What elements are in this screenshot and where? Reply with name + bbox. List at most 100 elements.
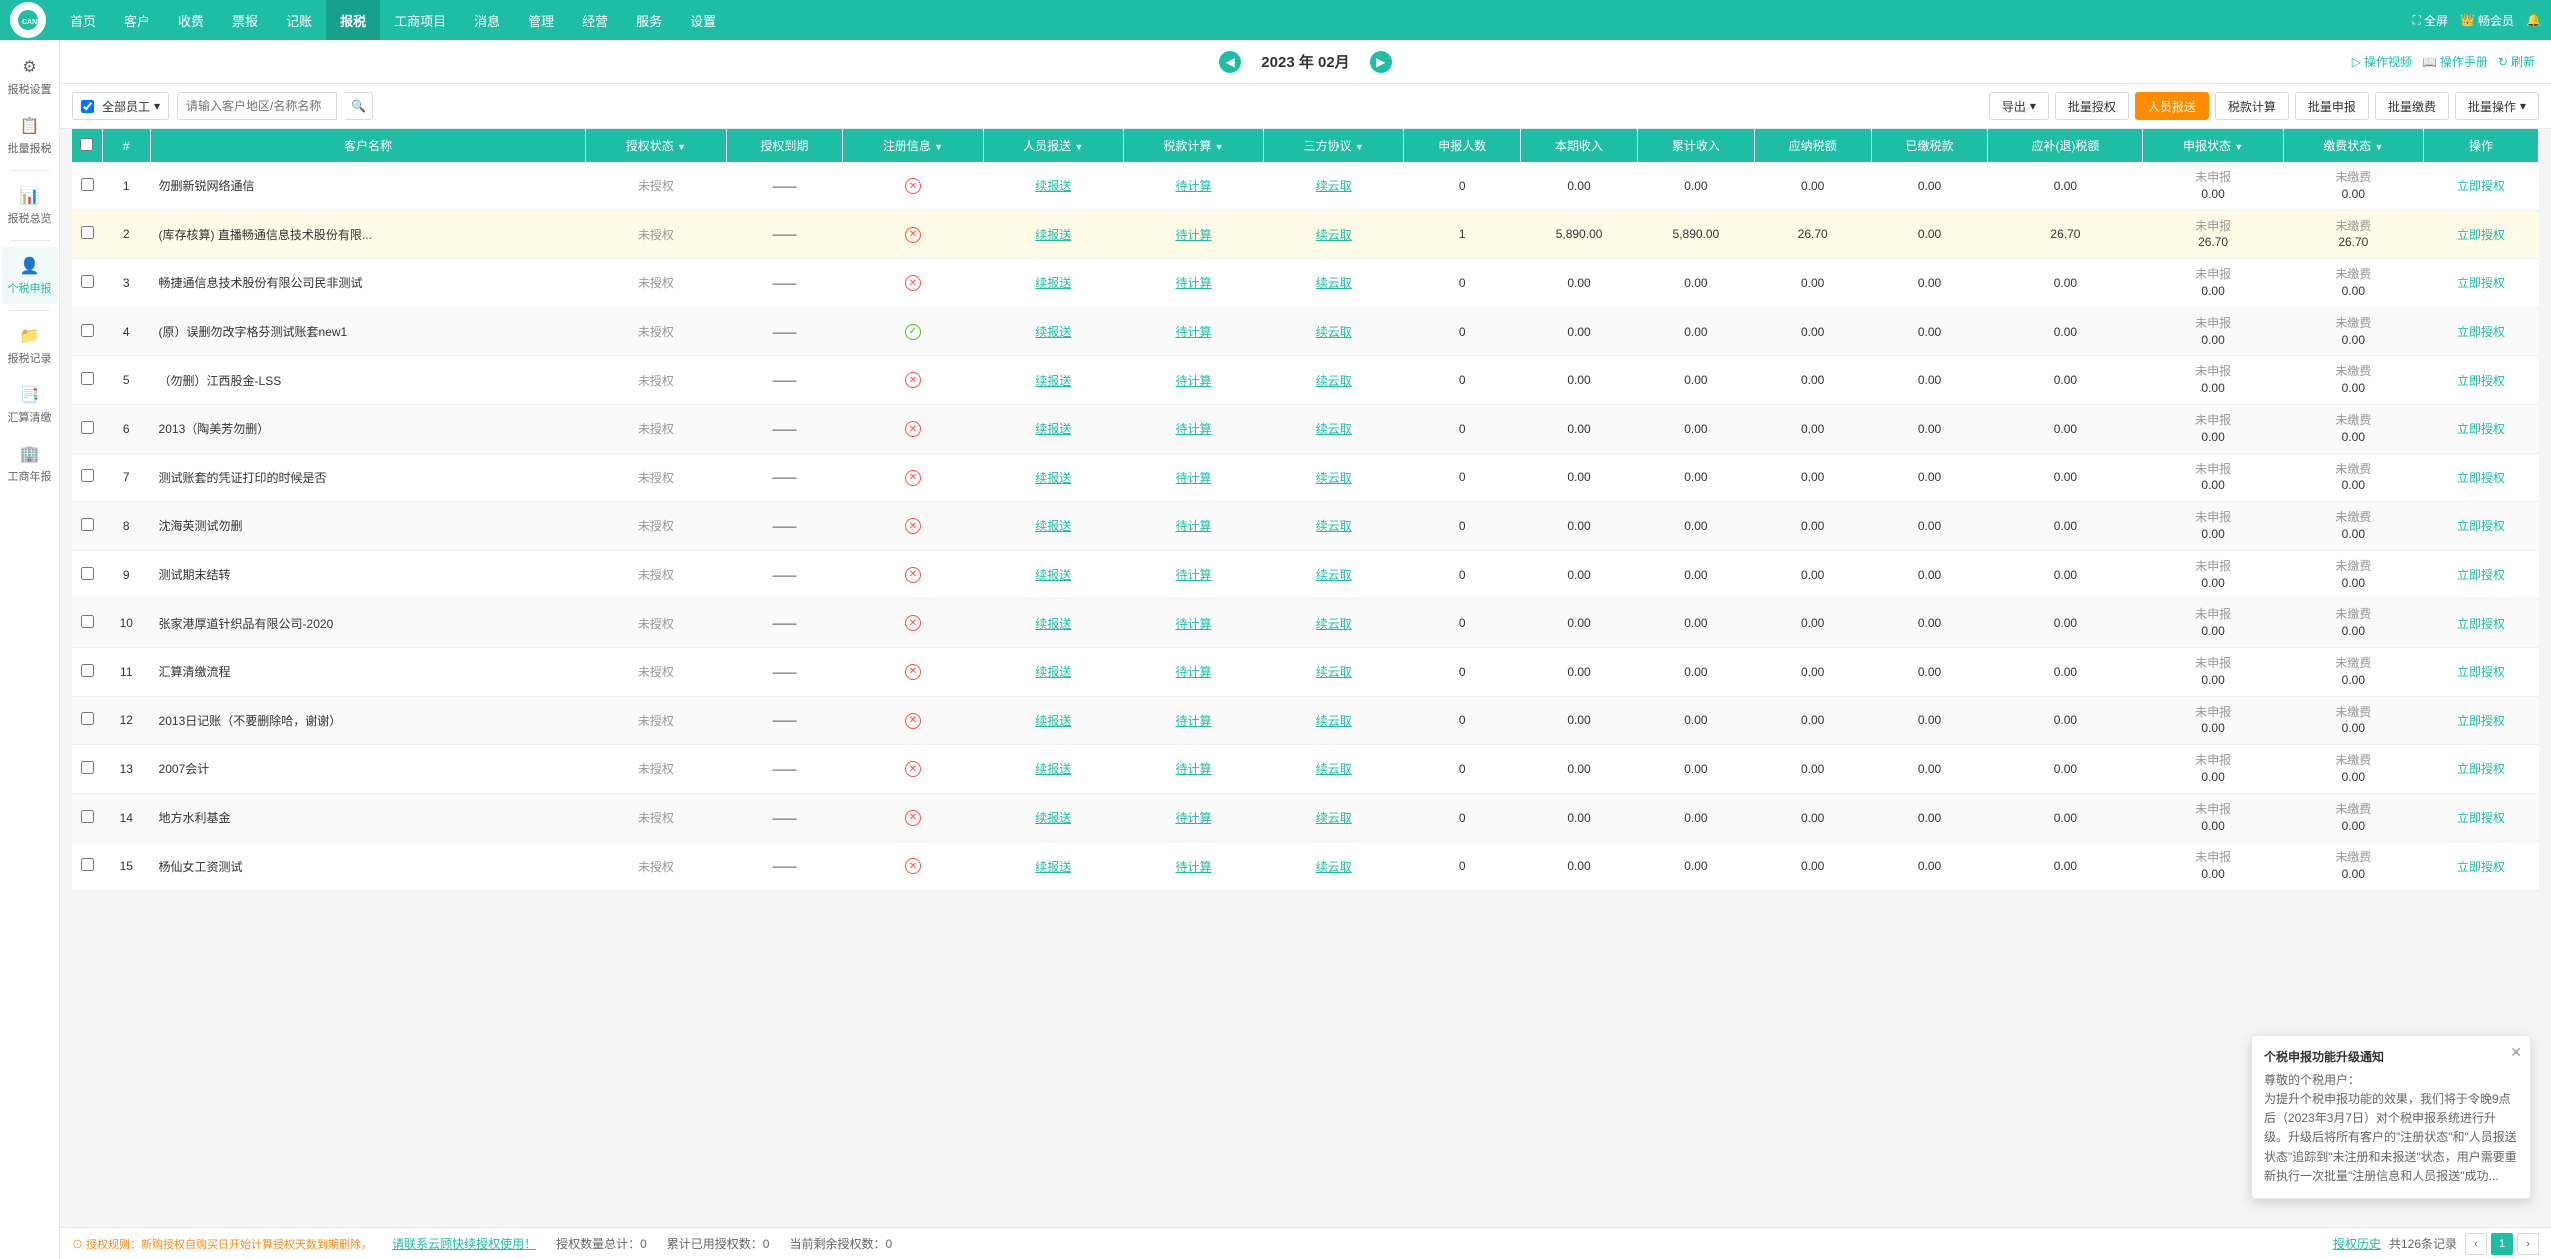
row-send[interactable]: 续报送 [983,647,1123,696]
row-send[interactable]: 续报送 [983,404,1123,453]
row-send[interactable]: 续报送 [983,453,1123,502]
row-action[interactable]: 立即授权 [2423,842,2538,891]
row-action[interactable]: 立即授权 [2423,307,2538,356]
refresh-btn[interactable]: ↻刷新 [2498,53,2535,70]
person-send-btn[interactable]: 人员报送 [2135,92,2209,120]
row-third[interactable]: 续云取 [1264,259,1404,308]
row-calc[interactable]: 待计算 [1123,550,1263,599]
nav-service[interactable]: 服务 [622,0,676,40]
row-action[interactable]: 立即授权 [2423,502,2538,551]
row-calc[interactable]: 待计算 [1123,842,1263,891]
row-third[interactable]: 续云取 [1264,842,1404,891]
search-input[interactable] [177,92,337,120]
nav-home[interactable]: 首页 [56,0,110,40]
th-auth-status[interactable]: 授权状态 ▼ [586,129,726,162]
row-action[interactable]: 立即授权 [2423,550,2538,599]
row-calc[interactable]: 待计算 [1123,696,1263,745]
row-third[interactable]: 续云取 [1264,502,1404,551]
th-apply-status[interactable]: 申报状态 ▼ [2143,129,2283,162]
vip-btn[interactable]: 👑畅会员 [2460,12,2514,29]
th-tax-calc[interactable]: 税款计算 ▼ [1123,129,1263,162]
row-action[interactable]: 立即授权 [2423,453,2538,502]
row-third[interactable]: 续云取 [1264,404,1404,453]
nav-accounting[interactable]: 记账 [272,0,326,40]
row-third[interactable]: 续云取 [1264,550,1404,599]
row-send[interactable]: 续报送 [983,745,1123,794]
row-calc[interactable]: 待计算 [1123,599,1263,648]
row-calc[interactable]: 待计算 [1123,356,1263,405]
row-action[interactable]: 立即授权 [2423,745,2538,794]
row-checkbox[interactable] [72,599,102,648]
tax-calc-btn[interactable]: 税款计算 [2215,92,2289,120]
row-calc[interactable]: 待计算 [1123,453,1263,502]
sidebar-item-tax-settings[interactable]: ⚙ 报税设置 [2,48,58,105]
next-page-btn[interactable]: › [2517,1233,2539,1255]
row-action[interactable]: 立即授权 [2423,599,2538,648]
batch-pay-btn[interactable]: 批量缴费 [2375,92,2449,120]
sidebar-item-batch-tax[interactable]: 📋 批量报税 [2,107,58,164]
row-action[interactable]: 立即授权 [2423,404,2538,453]
row-checkbox[interactable] [72,404,102,453]
row-checkbox[interactable] [72,259,102,308]
row-calc[interactable]: 待计算 [1123,307,1263,356]
row-action[interactable]: 立即授权 [2423,696,2538,745]
row-calc[interactable]: 待计算 [1123,210,1263,259]
row-send[interactable]: 续报送 [983,307,1123,356]
sidebar-item-annual-settlement[interactable]: 📑 汇算清缴 [2,376,58,433]
row-checkbox[interactable] [72,210,102,259]
history-link[interactable]: 授权历史 [2333,1235,2381,1252]
row-third[interactable]: 续云取 [1264,696,1404,745]
row-send[interactable]: 续报送 [983,599,1123,648]
row-action[interactable]: 立即授权 [2423,210,2538,259]
th-person-send[interactable]: 人员报送 ▼ [983,129,1123,162]
nav-manage[interactable]: 管理 [514,0,568,40]
th-pay-status[interactable]: 缴费状态 ▼ [2283,129,2423,162]
row-third[interactable]: 续云取 [1264,647,1404,696]
batch-auth-btn[interactable]: 批量授权 [2055,92,2129,120]
row-checkbox[interactable] [72,550,102,599]
row-calc[interactable]: 待计算 [1123,259,1263,308]
employee-filter-select[interactable]: 全部员工 ▾ [72,92,169,120]
manual-btn[interactable]: 📖操作手册 [2422,53,2488,70]
row-checkbox[interactable] [72,696,102,745]
row-third[interactable]: 续云取 [1264,162,1404,210]
row-checkbox[interactable] [72,502,102,551]
row-calc[interactable]: 待计算 [1123,502,1263,551]
row-send[interactable]: 续报送 [983,210,1123,259]
sidebar-item-annual-report[interactable]: 🏢 工商年报 [2,435,58,492]
row-checkbox[interactable] [72,162,102,210]
th-auth-date[interactable]: 授权到期 [726,129,843,162]
row-calc[interactable]: 待计算 [1123,745,1263,794]
row-checkbox[interactable] [72,793,102,842]
th-third-party[interactable]: 三方协议 ▼ [1264,129,1404,162]
row-checkbox[interactable] [72,647,102,696]
sidebar-item-tax-record[interactable]: 📁 报税记录 [2,317,58,374]
nav-finance[interactable]: 经营 [568,0,622,40]
th-reg-info[interactable]: 注册信息 ▼ [843,129,983,162]
row-calc[interactable]: 待计算 [1123,404,1263,453]
next-month-btn[interactable]: ▶ [1370,51,1392,73]
row-send[interactable]: 续报送 [983,502,1123,551]
batch-ops-btn[interactable]: 批量操作 ▾ [2455,92,2539,120]
nav-invoice[interactable]: 票报 [218,0,272,40]
row-send[interactable]: 续报送 [983,550,1123,599]
nav-fee[interactable]: 收费 [164,0,218,40]
nav-settings[interactable]: 设置 [676,0,730,40]
search-button[interactable]: 🔍 [345,92,373,120]
nav-business[interactable]: 工商项目 [380,0,460,40]
row-action[interactable]: 立即授权 [2423,356,2538,405]
row-third[interactable]: 续云取 [1264,599,1404,648]
row-calc[interactable]: 待计算 [1123,793,1263,842]
row-third[interactable]: 续云取 [1264,745,1404,794]
row-checkbox[interactable] [72,356,102,405]
row-third[interactable]: 续云取 [1264,453,1404,502]
page-1-btn[interactable]: 1 [2491,1233,2513,1255]
row-calc[interactable]: 待计算 [1123,162,1263,210]
sidebar-item-personal-tax[interactable]: 👤 个税申报 [2,247,58,304]
th-name[interactable]: 客户名称 [151,129,586,162]
row-third[interactable]: 续云取 [1264,793,1404,842]
batch-apply-btn[interactable]: 批量申报 [2295,92,2369,120]
row-action[interactable]: 立即授权 [2423,162,2538,210]
row-third[interactable]: 续云取 [1264,307,1404,356]
row-send[interactable]: 续报送 [983,842,1123,891]
